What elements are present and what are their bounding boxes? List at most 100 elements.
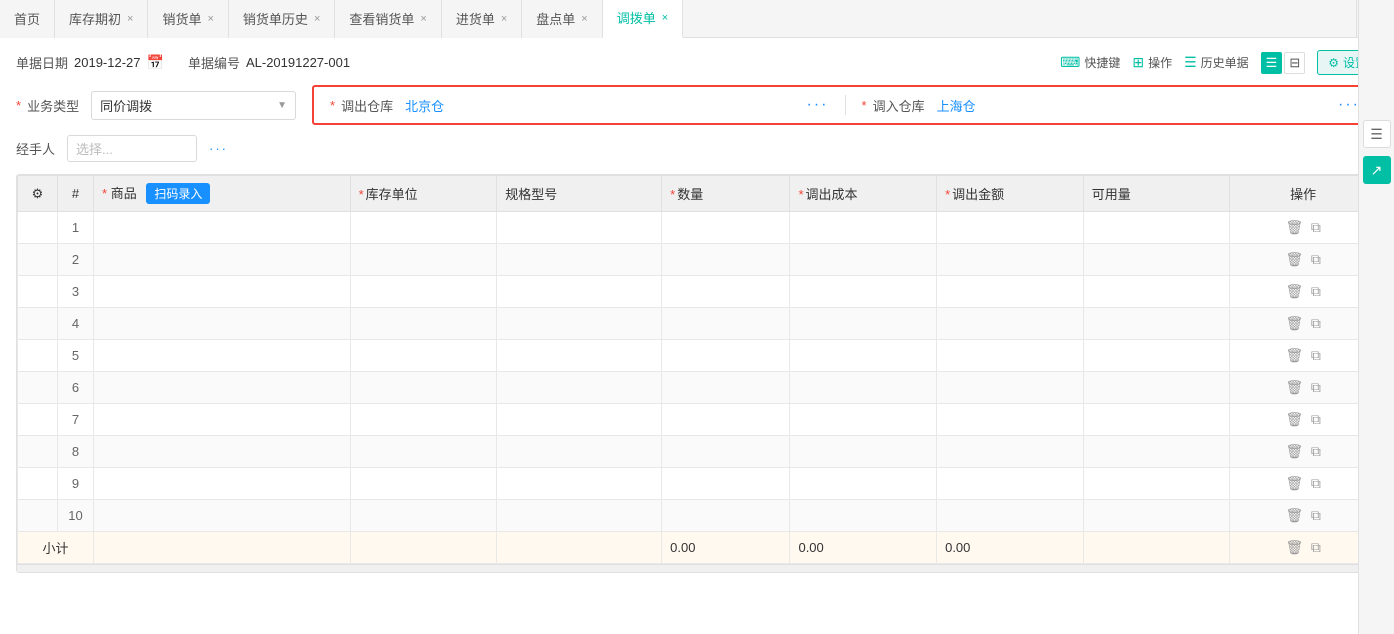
shortcuts-button[interactable]: ⌨ 快捷键: [1060, 54, 1120, 71]
row-unit-cell-3[interactable]: [350, 276, 497, 308]
row-copy-icon-7[interactable]: ⧉: [1311, 411, 1321, 427]
row-amount-cell-4[interactable]: [937, 308, 1084, 340]
row-product-cell-4[interactable]: [94, 308, 351, 340]
tab-inventory-init-close[interactable]: ×: [127, 13, 133, 25]
row-delete-icon-7[interactable]: 🗑: [1285, 411, 1303, 427]
row-delete-icon-8[interactable]: 🗑: [1285, 443, 1303, 459]
row-product-cell-6[interactable]: [94, 372, 351, 404]
row-unit-cell-6[interactable]: [350, 372, 497, 404]
row-copy-icon-4[interactable]: ⧉: [1311, 315, 1321, 331]
col-gear[interactable]: ⚙: [18, 176, 58, 212]
in-warehouse-more-icon[interactable]: ···: [1338, 96, 1360, 114]
row-amount-cell-9[interactable]: [937, 468, 1084, 500]
row-amount-cell-10[interactable]: [937, 500, 1084, 532]
row-product-cell-5[interactable]: [94, 340, 351, 372]
row-delete-icon-5[interactable]: 🗑: [1285, 347, 1303, 363]
row-amount-cell-3[interactable]: [937, 276, 1084, 308]
row-qty-cell-4[interactable]: [662, 308, 790, 340]
tab-sales-order-close[interactable]: ×: [207, 13, 213, 25]
row-spec-cell-6[interactable]: [497, 372, 662, 404]
row-unit-cell-9[interactable]: [350, 468, 497, 500]
tab-sales-order[interactable]: 销货单 ×: [148, 0, 228, 38]
scan-button[interactable]: 扫码录入: [146, 183, 210, 204]
row-copy-icon-9[interactable]: ⧉: [1311, 475, 1321, 491]
handler-more-icon[interactable]: ···: [209, 141, 228, 156]
row-copy-icon-5[interactable]: ⧉: [1311, 347, 1321, 363]
row-delete-icon-6[interactable]: 🗑: [1285, 379, 1303, 395]
tab-purchase-order-close[interactable]: ×: [501, 13, 507, 25]
row-copy-icon-8[interactable]: ⧉: [1311, 443, 1321, 459]
tab-inventory-check[interactable]: 盘点单 ×: [522, 0, 602, 38]
row-qty-cell-5[interactable]: [662, 340, 790, 372]
operations-button[interactable]: ⊞ 操作: [1132, 54, 1172, 71]
row-qty-cell-9[interactable]: [662, 468, 790, 500]
tab-inventory-init[interactable]: 库存期初 ×: [55, 0, 148, 38]
tab-sales-history[interactable]: 销货单历史 ×: [229, 0, 335, 38]
row-copy-icon-2[interactable]: ⧉: [1311, 251, 1321, 267]
row-amount-cell-7[interactable]: [937, 404, 1084, 436]
tab-transfer-order-close[interactable]: ×: [662, 12, 668, 24]
row-spec-cell-8[interactable]: [497, 436, 662, 468]
row-product-cell-2[interactable]: [94, 244, 351, 276]
row-qty-cell-10[interactable]: [662, 500, 790, 532]
row-unit-cell-2[interactable]: [350, 244, 497, 276]
history-button[interactable]: ☰ 历史单据: [1184, 54, 1249, 71]
row-product-cell-10[interactable]: [94, 500, 351, 532]
horizontal-scrollbar[interactable]: [17, 564, 1377, 572]
row-unit-cell-7[interactable]: [350, 404, 497, 436]
row-delete-icon-1[interactable]: 🗑: [1285, 219, 1303, 235]
handler-select[interactable]: 选择...: [67, 135, 197, 162]
row-product-cell-3[interactable]: [94, 276, 351, 308]
row-copy-icon-1[interactable]: ⧉: [1311, 219, 1321, 235]
row-delete-icon-2[interactable]: 🗑: [1285, 251, 1303, 267]
calendar-icon[interactable]: 📅: [147, 54, 164, 71]
row-product-cell-7[interactable]: [94, 404, 351, 436]
row-amount-cell-1[interactable]: [937, 212, 1084, 244]
row-cost-cell-2[interactable]: [790, 244, 937, 276]
row-cost-cell-9[interactable]: [790, 468, 937, 500]
row-amount-cell-8[interactable]: [937, 436, 1084, 468]
row-unit-cell-4[interactable]: [350, 308, 497, 340]
subtotal-copy-icon[interactable]: ⧉: [1311, 539, 1321, 555]
row-cost-cell-5[interactable]: [790, 340, 937, 372]
row-product-cell-8[interactable]: [94, 436, 351, 468]
row-product-cell-9[interactable]: [94, 468, 351, 500]
row-qty-cell-1[interactable]: [662, 212, 790, 244]
row-copy-icon-3[interactable]: ⧉: [1311, 283, 1321, 299]
row-product-cell-1[interactable]: [94, 212, 351, 244]
sidebar-list-button[interactable]: ☰: [1363, 120, 1391, 148]
row-spec-cell-9[interactable]: [497, 468, 662, 500]
tab-inventory-check-close[interactable]: ×: [581, 13, 587, 25]
tab-transfer-order[interactable]: 调拨单 ×: [603, 0, 683, 38]
row-unit-cell-5[interactable]: [350, 340, 497, 372]
row-qty-cell-6[interactable]: [662, 372, 790, 404]
row-copy-icon-6[interactable]: ⧉: [1311, 379, 1321, 395]
row-delete-icon-3[interactable]: 🗑: [1285, 283, 1303, 299]
row-qty-cell-2[interactable]: [662, 244, 790, 276]
tab-view-sales-close[interactable]: ×: [420, 13, 426, 25]
tab-purchase-order[interactable]: 进货单 ×: [442, 0, 522, 38]
row-cost-cell-6[interactable]: [790, 372, 937, 404]
row-qty-cell-3[interactable]: [662, 276, 790, 308]
row-spec-cell-3[interactable]: [497, 276, 662, 308]
row-spec-cell-10[interactable]: [497, 500, 662, 532]
tab-home[interactable]: 首页: [0, 0, 55, 38]
tab-view-sales[interactable]: 查看销货单 ×: [335, 0, 441, 38]
row-spec-cell-4[interactable]: [497, 308, 662, 340]
subtotal-delete-icon[interactable]: 🗑: [1285, 539, 1303, 555]
row-cost-cell-4[interactable]: [790, 308, 937, 340]
row-unit-cell-8[interactable]: [350, 436, 497, 468]
row-cost-cell-8[interactable]: [790, 436, 937, 468]
row-amount-cell-5[interactable]: [937, 340, 1084, 372]
row-cost-cell-1[interactable]: [790, 212, 937, 244]
row-unit-cell-1[interactable]: [350, 212, 497, 244]
tab-sales-history-close[interactable]: ×: [314, 13, 320, 25]
row-cost-cell-10[interactable]: [790, 500, 937, 532]
row-spec-cell-2[interactable]: [497, 244, 662, 276]
row-amount-cell-2[interactable]: [937, 244, 1084, 276]
row-delete-icon-4[interactable]: 🗑: [1285, 315, 1303, 331]
row-unit-cell-10[interactable]: [350, 500, 497, 532]
row-copy-icon-10[interactable]: ⧉: [1311, 507, 1321, 523]
row-cost-cell-7[interactable]: [790, 404, 937, 436]
business-type-select[interactable]: 同价调拨 ▼: [91, 91, 296, 120]
